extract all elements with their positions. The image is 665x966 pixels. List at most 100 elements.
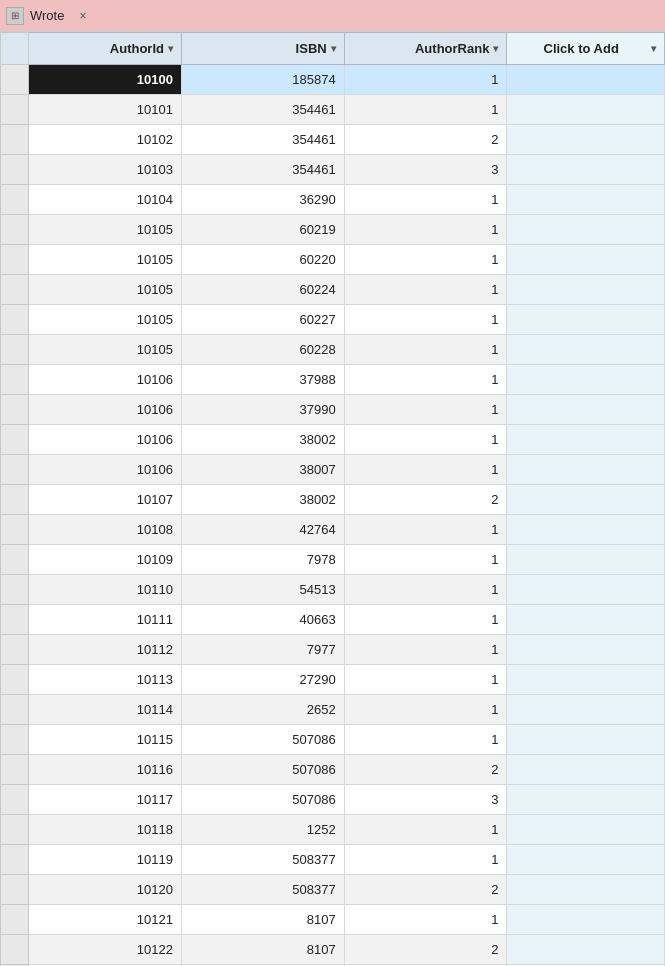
cell-authorid[interactable]: 10122 (29, 935, 182, 965)
cell-authorid[interactable]: 10100 (29, 65, 182, 95)
cell-authorrank[interactable]: 1 (344, 515, 507, 545)
cell-authorrank[interactable]: 1 (344, 695, 507, 725)
cell-authorid[interactable]: 10105 (29, 335, 182, 365)
cell-authorid[interactable]: 10109 (29, 545, 182, 575)
cell-authorrank[interactable]: 1 (344, 605, 507, 635)
cell-authorrank[interactable]: 3 (344, 785, 507, 815)
cell-authorrank[interactable]: 1 (344, 305, 507, 335)
cell-authorrank[interactable]: 1 (344, 335, 507, 365)
cell-authorrank[interactable]: 1 (344, 815, 507, 845)
cell-isbn[interactable]: 8107 (181, 905, 344, 935)
cell-isbn[interactable]: 60228 (181, 335, 344, 365)
sort-arrow-authorid: ▾ (168, 43, 173, 54)
cell-isbn[interactable]: 507086 (181, 755, 344, 785)
cell-authorrank[interactable]: 1 (344, 275, 507, 305)
cell-authorrank[interactable]: 2 (344, 935, 507, 965)
cell-authorrank[interactable]: 1 (344, 395, 507, 425)
header-authorid[interactable]: AuthorId ▾ (29, 33, 182, 65)
cell-isbn[interactable]: 38007 (181, 455, 344, 485)
cell-isbn[interactable]: 36290 (181, 185, 344, 215)
cell-authorid[interactable]: 10105 (29, 215, 182, 245)
cell-isbn[interactable]: 60227 (181, 305, 344, 335)
cell-authorid[interactable]: 10116 (29, 755, 182, 785)
cell-clicktoadd (507, 725, 665, 755)
cell-authorid[interactable]: 10103 (29, 155, 182, 185)
cell-authorrank[interactable]: 1 (344, 455, 507, 485)
cell-isbn[interactable]: 8107 (181, 935, 344, 965)
cell-authorid[interactable]: 10120 (29, 875, 182, 905)
header-clicktoadd[interactable]: Click to Add ▾ (507, 33, 665, 65)
cell-authorrank[interactable]: 3 (344, 155, 507, 185)
cell-authorrank[interactable]: 2 (344, 875, 507, 905)
cell-isbn[interactable]: 37990 (181, 395, 344, 425)
cell-authorid[interactable]: 10110 (29, 575, 182, 605)
cell-isbn[interactable]: 54513 (181, 575, 344, 605)
cell-isbn[interactable]: 507086 (181, 725, 344, 755)
cell-authorid[interactable]: 10121 (29, 905, 182, 935)
cell-authorid[interactable]: 10117 (29, 785, 182, 815)
cell-isbn[interactable]: 7977 (181, 635, 344, 665)
cell-authorrank[interactable]: 1 (344, 665, 507, 695)
cell-authorrank[interactable]: 1 (344, 65, 507, 95)
header-isbn[interactable]: ISBN ▾ (181, 33, 344, 65)
cell-rownum (1, 455, 29, 485)
cell-authorid[interactable]: 10106 (29, 455, 182, 485)
cell-isbn[interactable]: 185874 (181, 65, 344, 95)
cell-clicktoadd (507, 545, 665, 575)
cell-authorid[interactable]: 10114 (29, 695, 182, 725)
cell-isbn[interactable]: 508377 (181, 845, 344, 875)
cell-isbn[interactable]: 354461 (181, 125, 344, 155)
cell-rownum (1, 305, 29, 335)
cell-authorid[interactable]: 10115 (29, 725, 182, 755)
cell-isbn[interactable]: 1252 (181, 815, 344, 845)
cell-authorid[interactable]: 10106 (29, 365, 182, 395)
close-button[interactable]: × (74, 7, 91, 25)
cell-authorid[interactable]: 10105 (29, 275, 182, 305)
cell-authorrank[interactable]: 1 (344, 545, 507, 575)
cell-authorid[interactable]: 10105 (29, 245, 182, 275)
cell-isbn[interactable]: 27290 (181, 665, 344, 695)
cell-authorid[interactable]: 10112 (29, 635, 182, 665)
cell-isbn[interactable]: 60220 (181, 245, 344, 275)
cell-authorid[interactable]: 10107 (29, 485, 182, 515)
cell-authorrank[interactable]: 2 (344, 125, 507, 155)
cell-isbn[interactable]: 38002 (181, 425, 344, 455)
cell-isbn[interactable]: 354461 (181, 155, 344, 185)
cell-isbn[interactable]: 2652 (181, 695, 344, 725)
cell-authorrank[interactable]: 1 (344, 845, 507, 875)
cell-authorid[interactable]: 10118 (29, 815, 182, 845)
cell-authorrank[interactable]: 1 (344, 905, 507, 935)
cell-isbn[interactable]: 38002 (181, 485, 344, 515)
cell-authorid[interactable]: 10105 (29, 305, 182, 335)
cell-authorrank[interactable]: 1 (344, 575, 507, 605)
cell-isbn[interactable]: 42764 (181, 515, 344, 545)
cell-authorrank[interactable]: 1 (344, 245, 507, 275)
cell-authorid[interactable]: 10113 (29, 665, 182, 695)
cell-isbn[interactable]: 37988 (181, 365, 344, 395)
cell-isbn[interactable]: 40663 (181, 605, 344, 635)
cell-authorid[interactable]: 10119 (29, 845, 182, 875)
cell-isbn[interactable]: 7978 (181, 545, 344, 575)
cell-authorid[interactable]: 10101 (29, 95, 182, 125)
cell-authorrank[interactable]: 1 (344, 95, 507, 125)
cell-authorrank[interactable]: 1 (344, 725, 507, 755)
cell-authorid[interactable]: 10111 (29, 605, 182, 635)
cell-authorrank[interactable]: 1 (344, 185, 507, 215)
cell-isbn[interactable]: 507086 (181, 785, 344, 815)
cell-isbn[interactable]: 60224 (181, 275, 344, 305)
cell-authorrank[interactable]: 1 (344, 425, 507, 455)
cell-authorid[interactable]: 10108 (29, 515, 182, 545)
cell-authorid[interactable]: 10106 (29, 395, 182, 425)
cell-authorid[interactable]: 10102 (29, 125, 182, 155)
cell-authorrank[interactable]: 2 (344, 485, 507, 515)
cell-isbn[interactable]: 508377 (181, 875, 344, 905)
cell-authorrank[interactable]: 1 (344, 365, 507, 395)
cell-isbn[interactable]: 354461 (181, 95, 344, 125)
cell-authorid[interactable]: 10106 (29, 425, 182, 455)
cell-authorrank[interactable]: 1 (344, 215, 507, 245)
cell-authorrank[interactable]: 1 (344, 635, 507, 665)
header-authorrank[interactable]: AuthorRank ▾ (344, 33, 507, 65)
cell-authorrank[interactable]: 2 (344, 755, 507, 785)
cell-isbn[interactable]: 60219 (181, 215, 344, 245)
cell-authorid[interactable]: 10104 (29, 185, 182, 215)
